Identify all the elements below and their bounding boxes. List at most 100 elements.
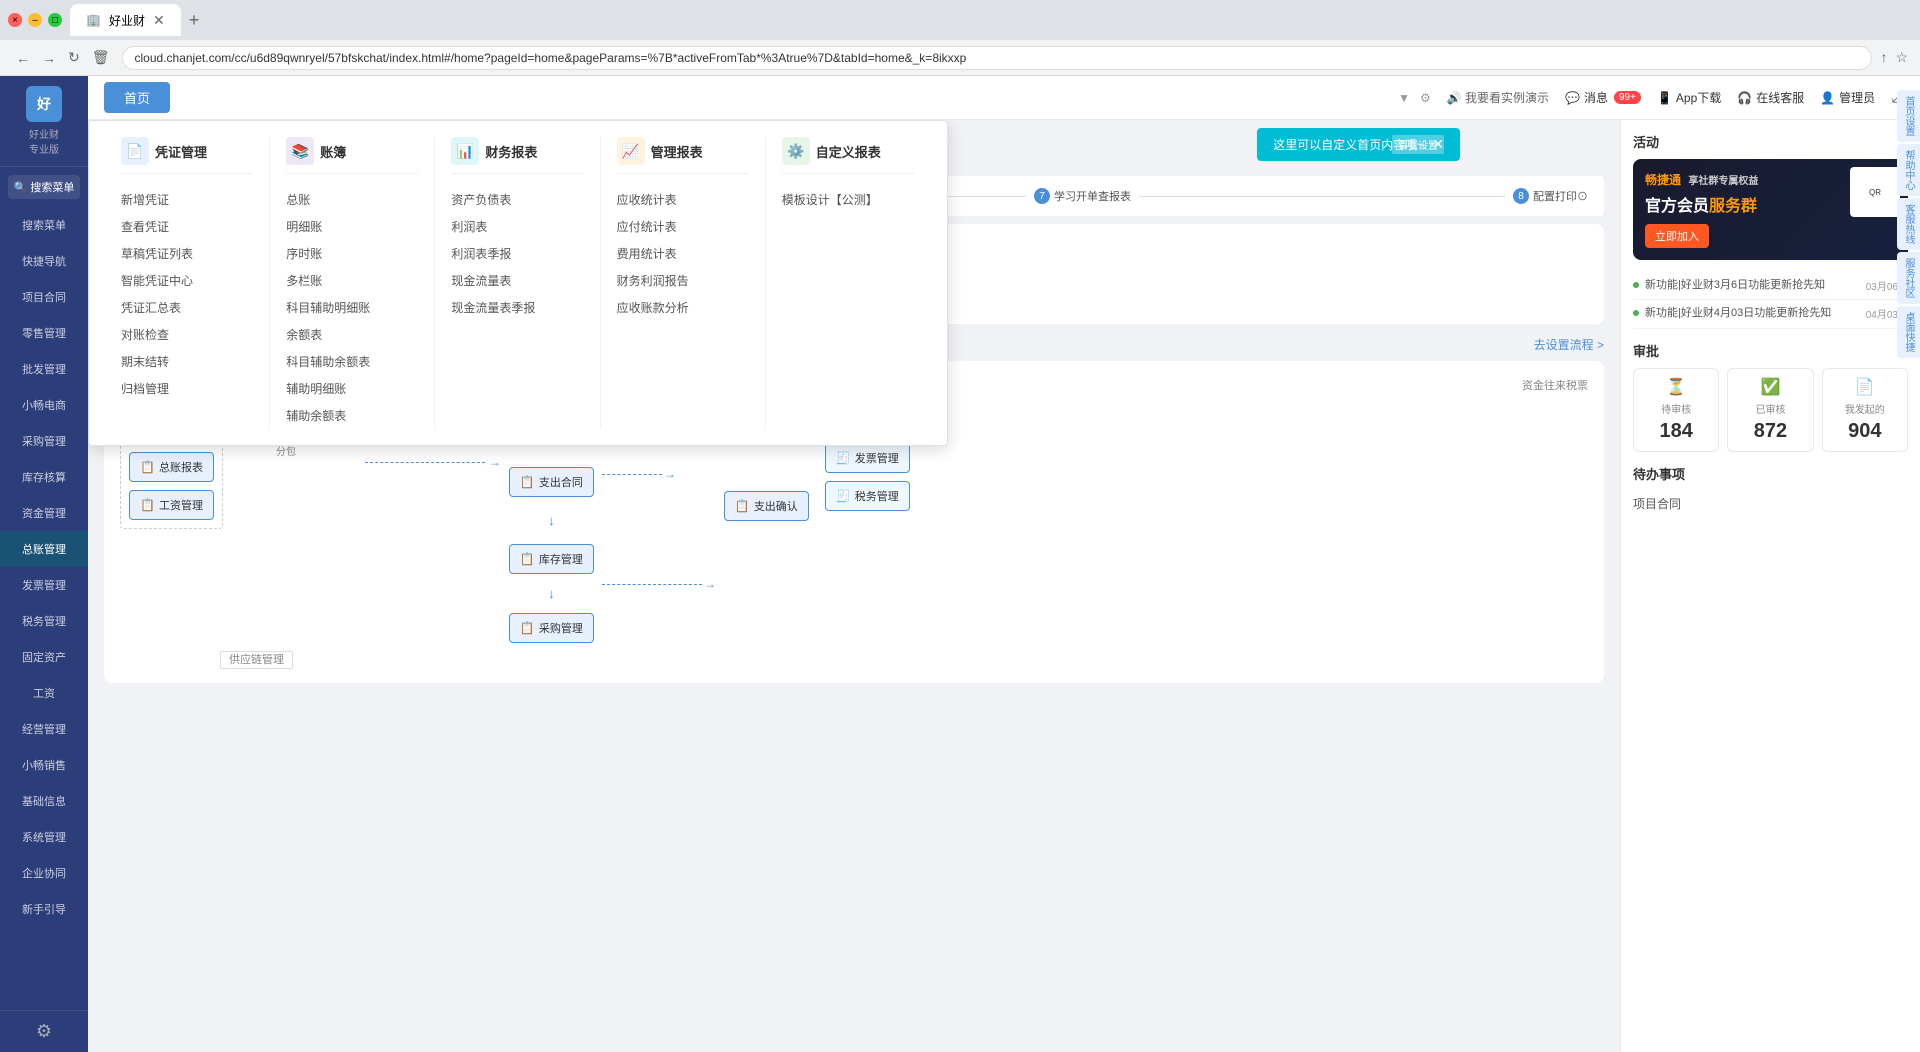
approval-card-1[interactable]: ✅ 已审核 872 <box>1727 368 1813 452</box>
forward-button[interactable]: → <box>38 47 60 68</box>
sidebar-item-13[interactable]: 工资 <box>0 675 88 711</box>
tab-close-icon[interactable]: ✕ <box>153 12 165 29</box>
menu-item-1-5[interactable]: 余额表 <box>286 321 418 348</box>
todo-item[interactable]: 项目合同 <box>1633 491 1908 516</box>
menu-item-2-0[interactable]: 资产负债表 <box>451 186 583 213</box>
menu-item-0-4[interactable]: 凭证汇总表 <box>121 294 253 321</box>
sidebar-item-15[interactable]: 小畅销售 <box>0 747 88 783</box>
new-tab-button[interactable]: + <box>185 10 204 31</box>
homepage-settings-link[interactable]: 首页设置 <box>1392 135 1444 154</box>
tax-mgmt-box[interactable]: 🧾 税务管理 <box>825 481 910 511</box>
menu-item-4-0[interactable]: 模板设计【公测】 <box>782 186 915 213</box>
back-button[interactable]: ← <box>12 47 34 68</box>
news-item-0[interactable]: 新功能|好业财3月6日功能更新抢先知 03月06日 <box>1633 272 1908 300</box>
url-bar[interactable]: cloud.chanjet.com/cc/u6d89qwnryel/57bfsk… <box>122 46 1873 70</box>
demo-link[interactable]: 🔊 我要看实例演示 <box>1447 89 1549 106</box>
sidebar-item-3[interactable]: 零售管理 <box>0 315 88 351</box>
dropdown-menu: 📄 凭证管理 新增凭证查看凭证草稿凭证列表智能凭证中心凭证汇总表对账检查期末结转… <box>88 120 948 446</box>
maximize-button[interactable]: □ <box>48 13 62 27</box>
approval-title: 审批 <box>1633 341 1908 360</box>
menu-item-0-7[interactable]: 归档管理 <box>121 375 253 402</box>
sidebar-item-14[interactable]: 经营管理 <box>0 711 88 747</box>
sidebar-item-17[interactable]: 系统管理 <box>0 819 88 855</box>
menu-item-3-3[interactable]: 财务利润报告 <box>617 267 749 294</box>
menu-item-3-4[interactable]: 应收账款分析 <box>617 294 749 321</box>
menu-item-1-0[interactable]: 总账 <box>286 186 418 213</box>
sidebar-item-0[interactable]: 搜索菜单 <box>0 207 88 243</box>
menu-item-1-8[interactable]: 辅助余额表 <box>286 402 418 429</box>
settings-button[interactable]: ⚙ <box>36 1021 52 1042</box>
sidebar-item-6[interactable]: 采购管理 <box>0 423 88 459</box>
minimize-button[interactable]: – <box>28 13 42 27</box>
home-tab[interactable]: 首页 <box>104 82 170 113</box>
sidebar-item-9[interactable]: 总账管理 <box>0 531 88 567</box>
menu-item-0-1[interactable]: 查看凭证 <box>121 213 253 240</box>
sidebar-item-1[interactable]: 快捷导航 <box>0 243 88 279</box>
star-icon[interactable]: ☆ <box>1895 49 1908 66</box>
menu-item-2-3[interactable]: 现金流量表 <box>451 267 583 294</box>
sidebar-item-8[interactable]: 资金管理 <box>0 495 88 531</box>
menu-item-0-3[interactable]: 智能凭证中心 <box>121 267 253 294</box>
approval-card-0[interactable]: ⏳ 待审核 184 <box>1633 368 1719 452</box>
close-button[interactable]: × <box>8 13 22 27</box>
qr-code: QR <box>1850 167 1900 217</box>
menu-item-2-2[interactable]: 利润表季报 <box>451 240 583 267</box>
content-area: 这里可以自定义首页内容哦~ ✕ 首页设置 5录入期初数据6完善期初7学习开单查报… <box>88 120 1920 1052</box>
sidebar-item-5[interactable]: 小畅电商 <box>0 387 88 423</box>
menu-item-0-0[interactable]: 新增凭证 <box>121 186 253 213</box>
sidebar-item-11[interactable]: 税务管理 <box>0 603 88 639</box>
todo-section: 待办事项 项目合同 <box>1633 464 1908 516</box>
menu-item-2-1[interactable]: 利润表 <box>451 213 583 240</box>
purchase-management-box[interactable]: 📋 采购管理 <box>509 613 594 643</box>
sidebar-item-4[interactable]: 批发管理 <box>0 351 88 387</box>
side-shortcut-1[interactable]: 帮助中心 <box>1897 144 1920 196</box>
sidebar-item-2[interactable]: 项目合同 <box>0 279 88 315</box>
menu-item-0-5[interactable]: 对账检查 <box>121 321 253 348</box>
menu-item-1-2[interactable]: 序时账 <box>286 240 418 267</box>
invoice-mgmt-box[interactable]: 🧾 发票管理 <box>825 443 910 473</box>
menu-item-2-4[interactable]: 现金流量表季报 <box>451 294 583 321</box>
menu-item-1-3[interactable]: 多栏账 <box>286 267 418 294</box>
join-button[interactable]: 立即加入 <box>1645 224 1709 248</box>
menu-item-1-7[interactable]: 辅助明细账 <box>286 375 418 402</box>
activity-banner: 畅捷通 享社群专属权益 官方会员服务群 立即加入 QR <box>1633 159 1908 260</box>
news-text-1: 新功能|好业财4月03日功能更新抢先知 <box>1645 306 1860 321</box>
side-shortcut-0[interactable]: 首页设置 <box>1897 120 1920 142</box>
expense-confirm-box[interactable]: 📋 支出确认 <box>724 491 809 521</box>
inventory-management-box[interactable]: 📋 库存管理 <box>509 544 594 574</box>
menu-item-3-2[interactable]: 费用统计表 <box>617 240 749 267</box>
sidebar-item-7[interactable]: 库存核算 <box>0 459 88 495</box>
side-shortcut-4[interactable]: 桌面快捷 <box>1897 306 1920 358</box>
app-download-button[interactable]: 📱 App下载 <box>1657 89 1721 106</box>
side-shortcut-2[interactable]: 客服热线 <box>1897 198 1920 250</box>
approval-card-2[interactable]: 📄 我发起的 904 <box>1822 368 1908 452</box>
sidebar-item-19[interactable]: 新手引导 <box>0 891 88 927</box>
expense-contract-box[interactable]: 📋 支出合同 <box>509 467 594 497</box>
menu-item-0-2[interactable]: 草稿凭证列表 <box>121 240 253 267</box>
news-item-1[interactable]: 新功能|好业财4月03日功能更新抢先知 04月03日 <box>1633 300 1908 328</box>
step-item-2[interactable]: 7学习开单查报表 <box>1034 188 1131 204</box>
sidebar-item-10[interactable]: 发票管理 <box>0 567 88 603</box>
active-tab[interactable]: 🏢 好业财 ✕ <box>70 4 181 36</box>
menu-item-1-4[interactable]: 科目辅助明细账 <box>286 294 418 321</box>
sidebar-search-button[interactable]: 🔍 搜索菜单 <box>8 175 80 199</box>
sidebar-item-16[interactable]: 基础信息 <box>0 783 88 819</box>
payroll-management-box[interactable]: 📋 工资管理 <box>129 490 214 520</box>
content-main: 这里可以自定义首页内容哦~ ✕ 首页设置 5录入期初数据6完善期初7学习开单查报… <box>88 120 1620 1052</box>
menu-item-3-0[interactable]: 应收统计表 <box>617 186 749 213</box>
refresh-button[interactable]: ↻ <box>64 47 84 68</box>
ledger-report-box[interactable]: 📋 总账报表 <box>129 452 214 482</box>
menu-item-1-6[interactable]: 科目辅助余额表 <box>286 348 418 375</box>
online-service-button[interactable]: 🎧 在线客服 <box>1737 89 1804 106</box>
step-item-3[interactable]: 8配置打印⊙ <box>1513 188 1588 204</box>
delete-button[interactable]: 🗑 <box>88 47 114 68</box>
sidebar-item-18[interactable]: 企业协同 <box>0 855 88 891</box>
sidebar-item-12[interactable]: 固定资产 <box>0 639 88 675</box>
side-shortcut-3[interactable]: 服务社区 <box>1897 252 1920 304</box>
menu-item-0-6[interactable]: 期末结转 <box>121 348 253 375</box>
menu-item-1-1[interactable]: 明细账 <box>286 213 418 240</box>
menu-item-3-1[interactable]: 应付统计表 <box>617 213 749 240</box>
user-menu[interactable]: 👤 管理员 <box>1820 89 1875 106</box>
menu-section-title-0: 凭证管理 <box>155 142 207 161</box>
message-button[interactable]: 💬 消息 99+ <box>1565 89 1641 106</box>
